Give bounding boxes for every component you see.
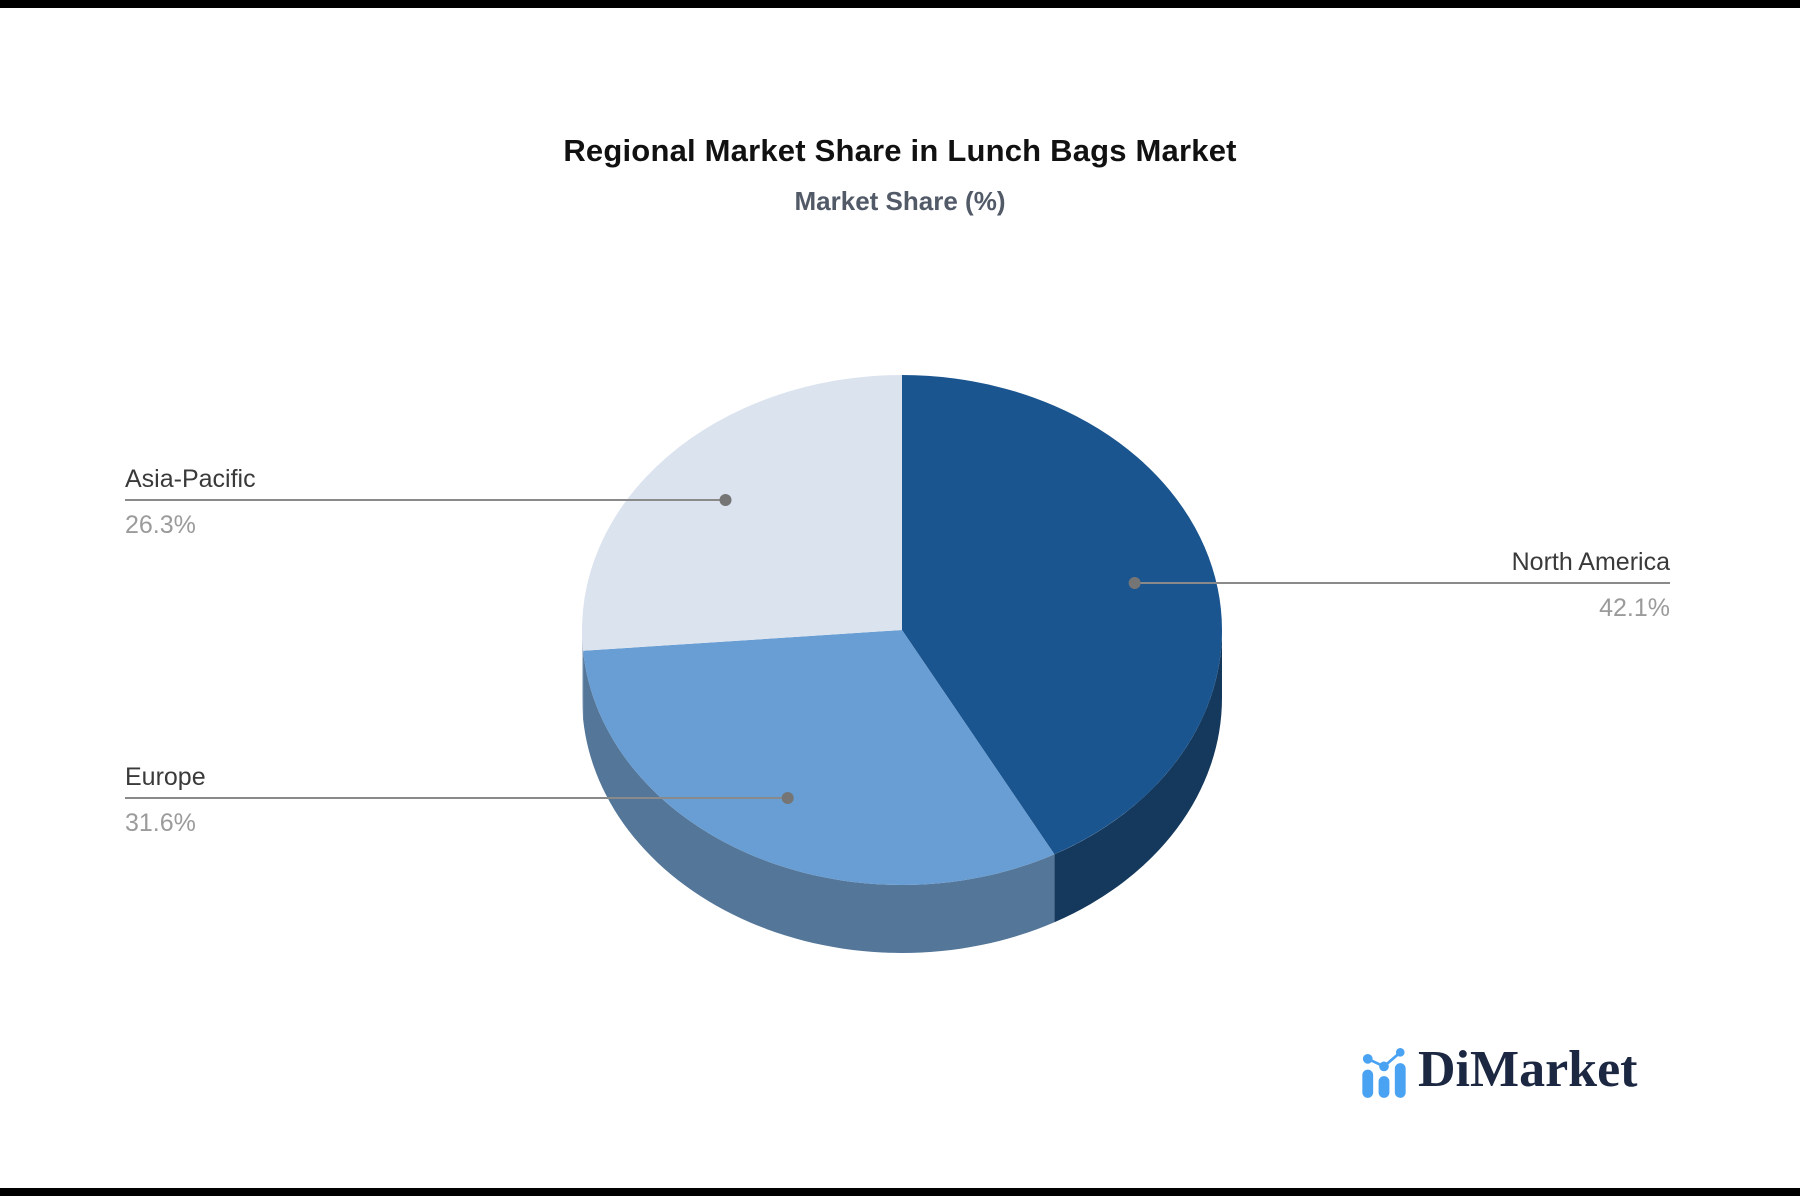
leader-dot-europe xyxy=(781,792,794,804)
top-letterbox-bar xyxy=(0,0,1800,8)
chart-canvas: Regional Market Share in Lunch Bags Mark… xyxy=(0,0,1800,1196)
bottom-letterbox-bar xyxy=(0,1188,1800,1196)
leader-dot-north-america xyxy=(1128,577,1141,589)
slice-label-asia-pacific: Asia-Pacific xyxy=(125,465,256,493)
slice-value-asia-pacific: 26.3% xyxy=(125,511,196,539)
leader-dot-asia-pacific xyxy=(719,494,732,506)
pie-slice-asia-pacific[interactable] xyxy=(582,375,902,651)
bar-chart-trend-icon xyxy=(1362,1048,1406,1098)
pie-chart: North America 42.1% Europe 31.6% Asia-Pacifi… xyxy=(125,375,1670,953)
slice-label-europe: Europe xyxy=(125,763,206,791)
slice-value-europe: 31.6% xyxy=(125,809,196,837)
slice-value-north-america: 42.1% xyxy=(1599,594,1670,622)
logo-text: DiMarket xyxy=(1418,1041,1638,1098)
dimarket-logo: DiMarket xyxy=(1360,1040,1680,1110)
slice-label-north-america: North America xyxy=(1512,548,1670,576)
